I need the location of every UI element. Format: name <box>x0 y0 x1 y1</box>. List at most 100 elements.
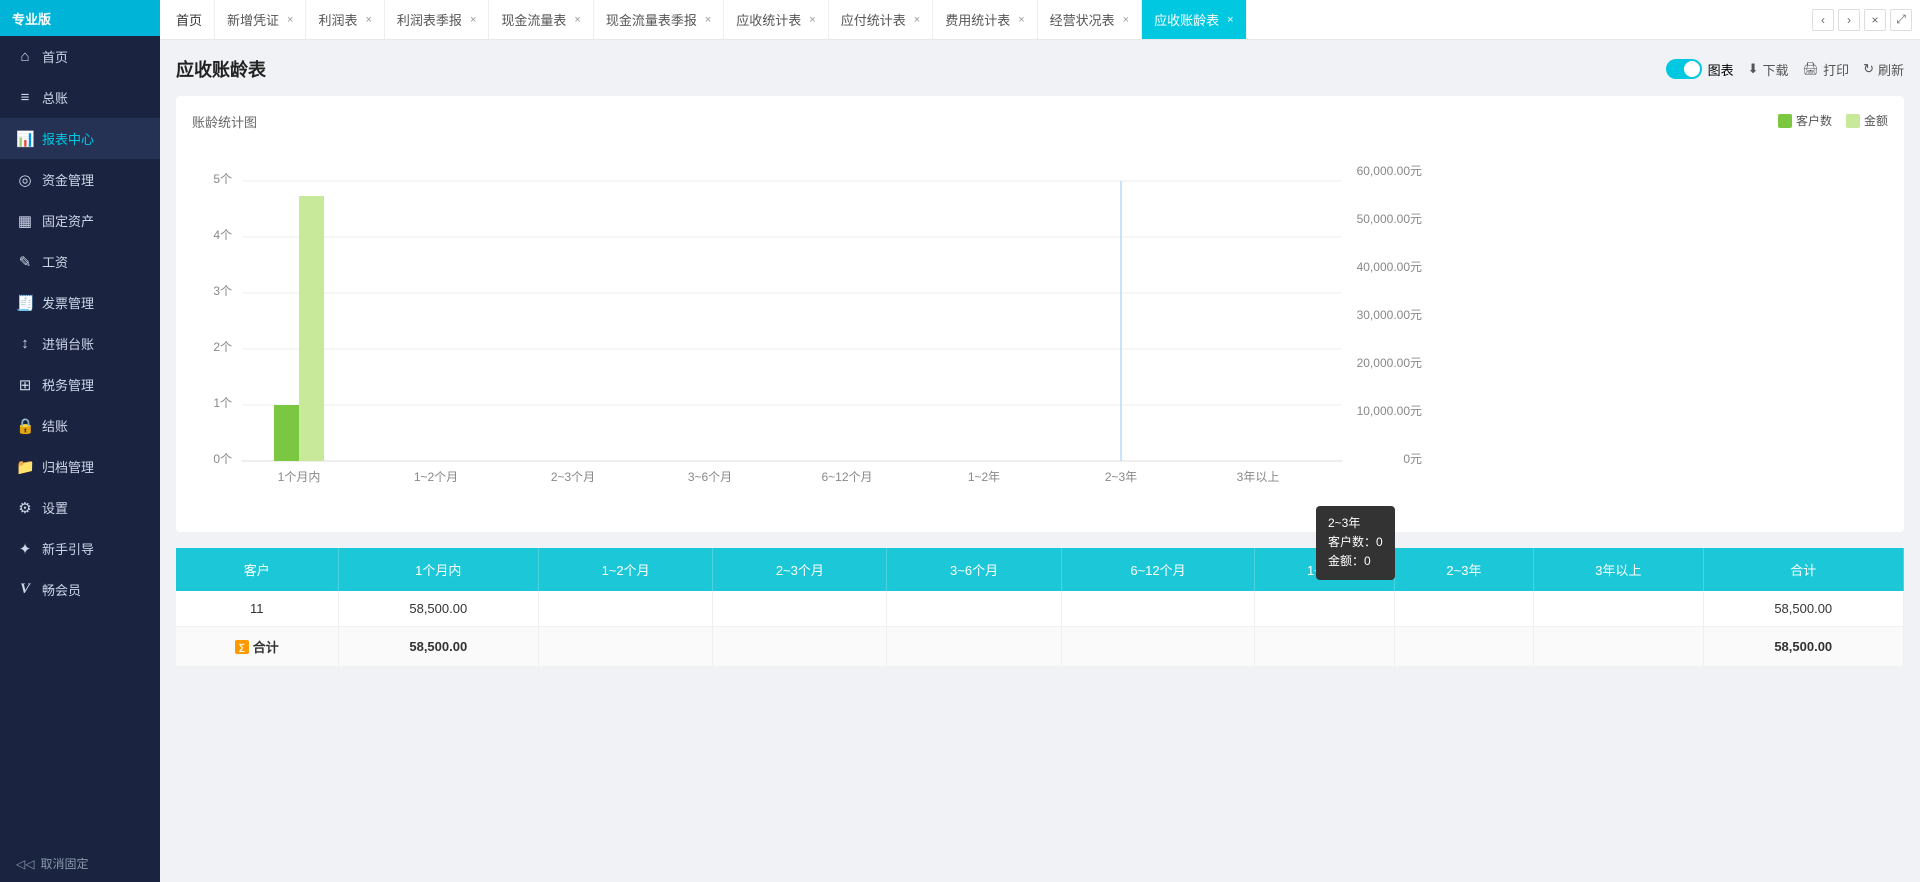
sidebar-item-home[interactable]: ⌂ 首页 <box>0 36 160 77</box>
tab-cashflow-quarter-close[interactable]: × <box>705 14 711 26</box>
tab-business-stat[interactable]: 经营状况表 × <box>1038 0 1142 40</box>
svg-text:40,000.00元: 40,000.00元 <box>1357 260 1422 274</box>
sidebar-item-closing[interactable]: 🔒 结账 <box>0 405 160 446</box>
closing-icon: 🔒 <box>16 417 34 435</box>
svg-text:5个: 5个 <box>213 172 232 186</box>
col-total: 合计 <box>1703 548 1904 591</box>
table-area: 客户 1个月内 1~2个月 2~3个月 3~6个月 6~12个月 1~2年 2~… <box>176 548 1904 667</box>
sidebar-item-member[interactable]: V 畅会员 <box>0 569 160 610</box>
svg-text:60,000.00元: 60,000.00元 <box>1357 164 1422 178</box>
chart-tooltip: 2~3年 客户数：0 金额：0 <box>1316 506 1395 580</box>
col-m2-3: 2~3个月 <box>713 548 887 591</box>
total-label-wrapper: ∑ 合计 <box>184 637 330 656</box>
sidebar-item-salary[interactable]: ✎ 工资 <box>0 241 160 282</box>
tab-profit-quarter-label: 利润表季报 <box>397 10 462 29</box>
total-label-cell: ∑ 合计 <box>176 627 338 667</box>
tab-bar: 首页 新增凭证 × 利润表 × 利润表季报 × 现金流量表 × 现金流量表季报 … <box>160 0 1920 40</box>
tab-profit-label: 利润表 <box>318 10 357 29</box>
tab-cashflow-close[interactable]: × <box>574 14 580 26</box>
tab-payable-stat-label: 应付统计表 <box>841 10 906 29</box>
tab-payable-stat[interactable]: 应付统计表 × <box>829 0 933 40</box>
page-content: 应收账龄表 图表 ⬇ 下载 🖨 打印 ↻ 刷新 <box>160 40 1920 882</box>
sidebar-item-guide[interactable]: ✦ 新手引导 <box>0 528 160 569</box>
total-m1: 58,500.00 <box>338 627 538 667</box>
tab-cashflow-quarter[interactable]: 现金流量表季报 × <box>594 0 724 40</box>
sidebar-item-invoice[interactable]: 🧾 发票管理 <box>0 282 160 323</box>
chart-svg: 0个 1个 2个 3个 4个 5个 0元 10,000.00元 20,000.0… <box>192 143 1432 513</box>
legend-amount: 金额 <box>1846 112 1888 129</box>
sidebar-label-member: 畅会员 <box>42 580 81 599</box>
chart-toggle[interactable]: 图表 <box>1666 59 1734 79</box>
toggle-label: 图表 <box>1708 60 1734 79</box>
tab-expense-stat[interactable]: 费用统计表 × <box>933 0 1037 40</box>
tab-cashflow[interactable]: 现金流量表 × <box>489 0 593 40</box>
tab-prev-button[interactable]: ‹ <box>1812 9 1834 31</box>
tab-fullscreen-button[interactable]: ⤢ <box>1890 9 1912 31</box>
download-icon: ⬇ <box>1748 61 1759 77</box>
print-button[interactable]: 🖨 打印 <box>1803 60 1850 79</box>
tab-business-stat-close[interactable]: × <box>1123 14 1129 26</box>
col-m1-2: 1~2个月 <box>539 548 713 591</box>
tab-receivable-stat[interactable]: 应收统计表 × <box>724 0 828 40</box>
sidebar-label-closing: 结账 <box>42 416 68 435</box>
tab-payable-stat-close[interactable]: × <box>914 14 920 26</box>
sidebar-label-ledger: 总账 <box>42 88 68 107</box>
tab-voucher[interactable]: 新增凭证 × <box>215 0 306 40</box>
sidebar-item-settings[interactable]: ⚙ 设置 <box>0 487 160 528</box>
download-button[interactable]: ⬇ 下载 <box>1748 60 1789 79</box>
tab-expense-stat-close[interactable]: × <box>1018 14 1024 26</box>
tab-profit-close[interactable]: × <box>365 14 371 26</box>
tab-profit-quarter-close[interactable]: × <box>470 14 476 26</box>
print-icon: 🖨 <box>1803 61 1820 77</box>
tab-profit[interactable]: 利润表 × <box>306 0 384 40</box>
tab-receivable-stat-label: 应收统计表 <box>736 10 801 29</box>
tab-receivable-stat-close[interactable]: × <box>809 14 815 26</box>
cell-m2-3 <box>713 591 887 627</box>
refresh-label: 刷新 <box>1878 60 1904 79</box>
total-m3-6 <box>887 627 1061 667</box>
print-label: 打印 <box>1823 60 1849 79</box>
bar-m1-amount <box>299 196 324 461</box>
inventory-icon: ↕ <box>16 335 34 352</box>
sidebar-item-archive[interactable]: 📁 归档管理 <box>0 446 160 487</box>
sidebar-item-ledger[interactable]: ≡ 总账 <box>0 77 160 118</box>
sidebar-item-reports[interactable]: 📊 报表中心 <box>0 118 160 159</box>
tab-aging[interactable]: 应收账龄表 × <box>1142 0 1246 40</box>
ledger-icon: ≡ <box>16 89 34 106</box>
tab-expense-stat-label: 费用统计表 <box>945 10 1010 29</box>
sidebar-label-salary: 工资 <box>42 252 68 271</box>
unpin-icon: ◁◁ <box>16 857 34 871</box>
toggle-track[interactable] <box>1666 59 1702 79</box>
svg-text:2个: 2个 <box>213 340 232 354</box>
header-actions: 图表 ⬇ 下载 🖨 打印 ↻ 刷新 <box>1666 59 1904 79</box>
tab-aging-close[interactable]: × <box>1227 14 1233 26</box>
svg-text:10,000.00元: 10,000.00元 <box>1357 404 1422 418</box>
tab-close-all-button[interactable]: × <box>1864 9 1886 31</box>
refresh-button[interactable]: ↻ 刷新 <box>1863 60 1904 79</box>
total-y3plus <box>1534 627 1703 667</box>
sidebar-unpin[interactable]: ◁◁ 取消固定 <box>0 845 160 882</box>
sidebar-label-invoice: 发票管理 <box>42 293 94 312</box>
tab-voucher-close[interactable]: × <box>287 14 293 26</box>
tab-profit-quarter[interactable]: 利润表季报 × <box>385 0 489 40</box>
sidebar-label-reports: 报表中心 <box>42 129 94 148</box>
total-m6-12 <box>1061 627 1255 667</box>
table-total-row: ∑ 合计 58,500.00 58,500.00 <box>176 627 1904 667</box>
cell-y1-2 <box>1255 591 1394 627</box>
sidebar-item-inventory[interactable]: ↕ 进销台账 <box>0 323 160 364</box>
tab-next-button[interactable]: › <box>1838 9 1860 31</box>
sidebar-item-funds[interactable]: ◎ 资金管理 <box>0 159 160 200</box>
tab-home[interactable]: 首页 <box>164 0 215 40</box>
cell-y2-3 <box>1394 591 1533 627</box>
svg-text:0个: 0个 <box>213 452 232 466</box>
total-total: 58,500.00 <box>1703 627 1904 667</box>
sidebar-item-tax[interactable]: ⊞ 税务管理 <box>0 364 160 405</box>
page-header: 应收账龄表 图表 ⬇ 下载 🖨 打印 ↻ 刷新 <box>176 56 1904 82</box>
svg-text:20,000.00元: 20,000.00元 <box>1357 356 1422 370</box>
svg-text:30,000.00元: 30,000.00元 <box>1357 308 1422 322</box>
salary-icon: ✎ <box>16 253 34 271</box>
legend-customer-count-label: 客户数 <box>1796 112 1832 129</box>
legend-amount-label: 金额 <box>1864 112 1888 129</box>
sidebar-item-assets[interactable]: ▦ 固定资产 <box>0 200 160 241</box>
tab-business-stat-label: 经营状况表 <box>1050 10 1115 29</box>
